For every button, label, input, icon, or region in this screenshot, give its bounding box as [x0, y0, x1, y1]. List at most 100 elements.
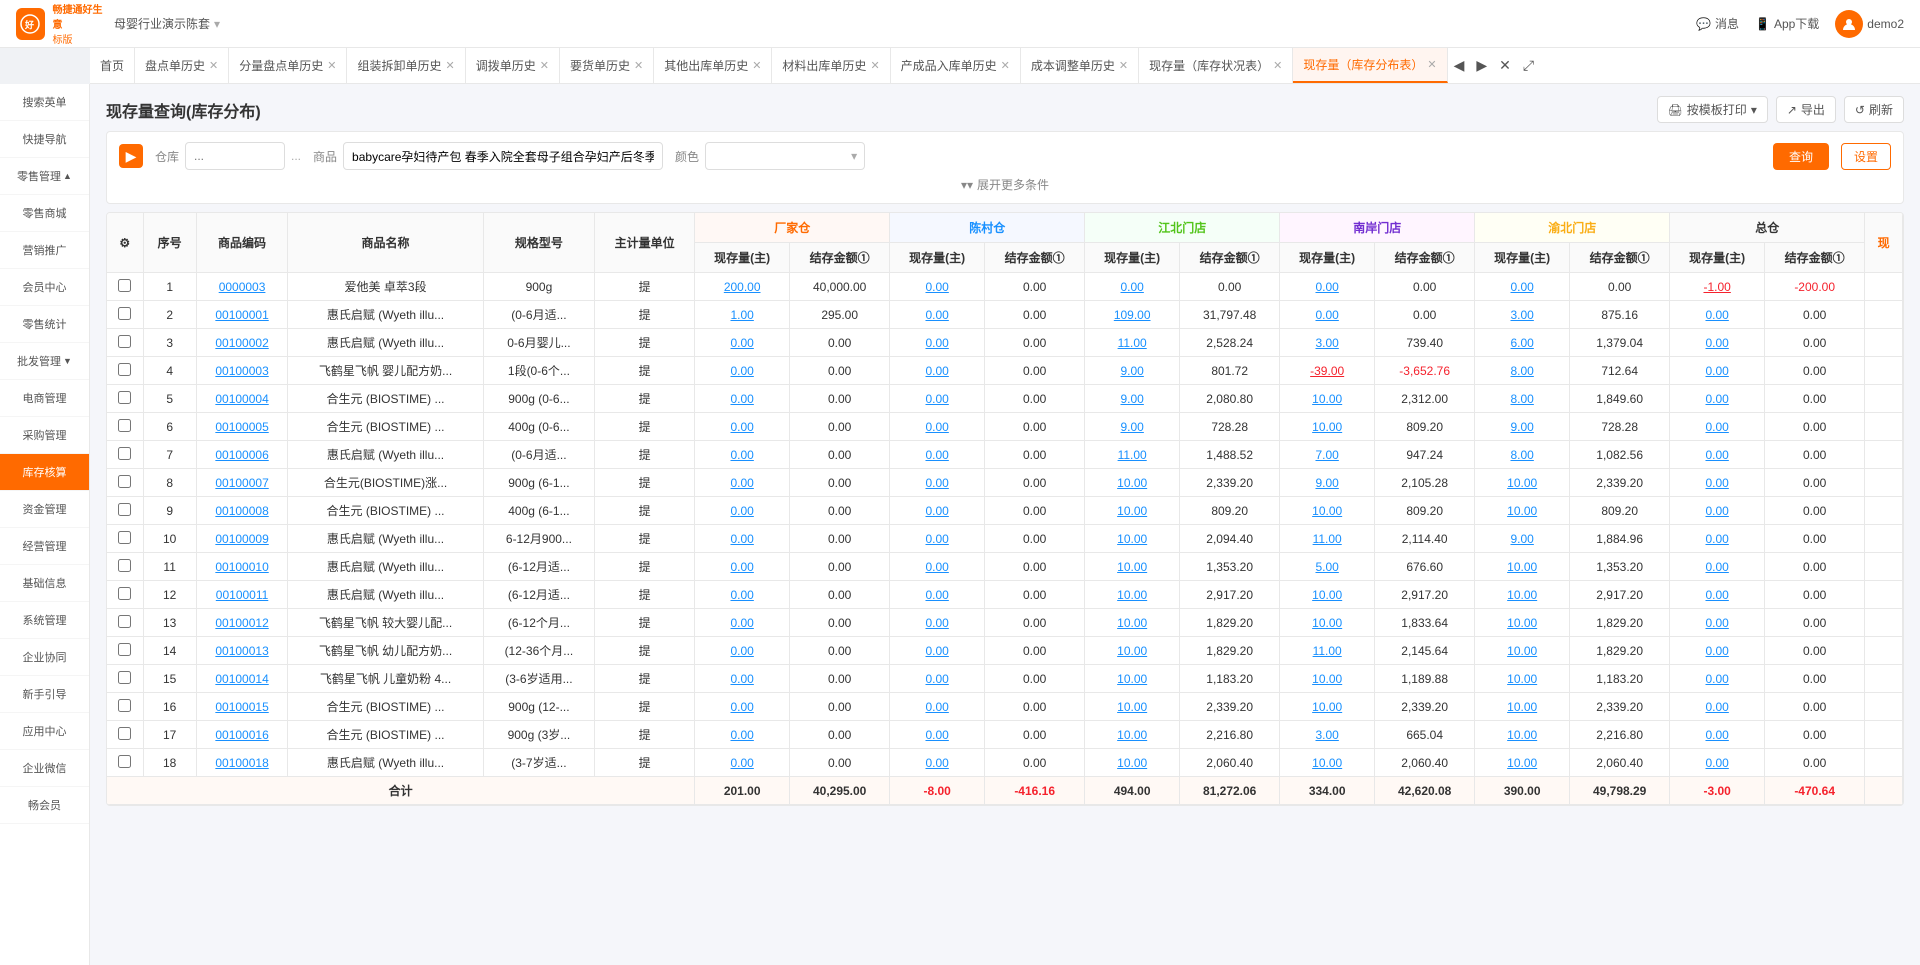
sidebar-item-fan-member[interactable]: 畅会员	[0, 787, 89, 824]
row-yubeibei-qty[interactable]: 10.00	[1475, 721, 1570, 749]
row-checkbox[interactable]	[118, 279, 131, 292]
sidebar-item-retail-stats[interactable]: 零售统计	[0, 306, 89, 343]
row-yubeibei-qty[interactable]: 10.00	[1475, 665, 1570, 693]
query-btn[interactable]: 查询	[1773, 143, 1829, 170]
row-yubeibei-qty[interactable]: 10.00	[1475, 637, 1570, 665]
user-menu[interactable]: demo2	[1835, 10, 1904, 38]
row-chenshi-qty[interactable]: 0.00	[890, 581, 985, 609]
row-code[interactable]: 00100010	[196, 553, 287, 581]
row-nanan-qty[interactable]: 3.00	[1280, 329, 1375, 357]
row-chenshi-qty[interactable]: 0.00	[890, 749, 985, 777]
row-total-qty[interactable]: 0.00	[1670, 525, 1765, 553]
row-nanan-qty[interactable]: 10.00	[1280, 665, 1375, 693]
tab-close-cost-adjust[interactable]: ✕	[1119, 59, 1128, 72]
tab-cost-adjust[interactable]: 成本调整单历史 ✕	[1021, 48, 1139, 83]
row-total-qty[interactable]: 0.00	[1670, 693, 1765, 721]
row-nanan-qty[interactable]: 3.00	[1280, 721, 1375, 749]
row-checkbox[interactable]	[118, 671, 131, 684]
row-checkbox[interactable]	[107, 581, 143, 609]
row-total-qty[interactable]: 0.00	[1670, 609, 1765, 637]
row-code[interactable]: 00100002	[196, 329, 287, 357]
row-jiangbei-qty[interactable]: 109.00	[1085, 301, 1180, 329]
row-jiangbei-qty[interactable]: 10.00	[1085, 525, 1180, 553]
row-total-qty[interactable]: 0.00	[1670, 553, 1765, 581]
row-factory-qty[interactable]: 0.00	[695, 693, 790, 721]
sidebar-item-app-center[interactable]: 应用中心	[0, 713, 89, 750]
row-total-qty[interactable]: 0.00	[1670, 637, 1765, 665]
row-nanan-qty[interactable]: 10.00	[1280, 413, 1375, 441]
row-checkbox[interactable]	[118, 699, 131, 712]
tab-close-transfer[interactable]: ✕	[540, 59, 549, 72]
row-jiangbei-qty[interactable]: 9.00	[1085, 357, 1180, 385]
row-yubeibei-qty[interactable]: 9.00	[1475, 525, 1570, 553]
sidebar-item-base[interactable]: 基础信息	[0, 565, 89, 602]
row-checkbox[interactable]	[107, 385, 143, 413]
row-factory-qty[interactable]: 0.00	[695, 441, 790, 469]
row-code[interactable]: 00100009	[196, 525, 287, 553]
tab-material-out[interactable]: 材料出库单历史 ✕	[772, 48, 890, 83]
row-checkbox[interactable]	[118, 587, 131, 600]
row-chenshi-qty[interactable]: 0.00	[890, 357, 985, 385]
row-chenshi-qty[interactable]: 0.00	[890, 553, 985, 581]
row-factory-qty[interactable]: 0.00	[695, 413, 790, 441]
row-factory-qty[interactable]: 0.00	[695, 553, 790, 581]
tab-close-inventory-split[interactable]: ✕	[327, 59, 336, 72]
goods-input[interactable]	[343, 142, 663, 170]
sidebar-item-purchase[interactable]: 采购管理	[0, 417, 89, 454]
tab-product-in[interactable]: 产成品入库单历史 ✕	[891, 48, 1021, 83]
row-factory-qty[interactable]: 0.00	[695, 525, 790, 553]
row-total-qty[interactable]: 0.00	[1670, 469, 1765, 497]
row-yubeibei-qty[interactable]: 10.00	[1475, 469, 1570, 497]
row-checkbox[interactable]	[107, 273, 143, 301]
row-jiangbei-qty[interactable]: 10.00	[1085, 721, 1180, 749]
row-nanan-qty[interactable]: 5.00	[1280, 553, 1375, 581]
row-code[interactable]: 00100003	[196, 357, 287, 385]
row-factory-qty[interactable]: 0.00	[695, 497, 790, 525]
sidebar-item-marketing[interactable]: 营销推广	[0, 232, 89, 269]
row-code[interactable]: 0000003	[196, 273, 287, 301]
sidebar-item-retail-store[interactable]: 零售商城	[0, 195, 89, 232]
row-chenshi-qty[interactable]: 0.00	[890, 665, 985, 693]
row-jiangbei-qty[interactable]: 10.00	[1085, 581, 1180, 609]
row-code[interactable]: 00100013	[196, 637, 287, 665]
row-chenshi-qty[interactable]: 0.00	[890, 497, 985, 525]
row-factory-qty[interactable]: 0.00	[695, 609, 790, 637]
row-factory-qty[interactable]: 0.00	[695, 469, 790, 497]
row-yubeibei-qty[interactable]: 10.00	[1475, 749, 1570, 777]
row-checkbox[interactable]	[107, 749, 143, 777]
row-total-qty[interactable]: 0.00	[1670, 385, 1765, 413]
tab-close-product-in[interactable]: ✕	[1001, 59, 1010, 72]
row-total-qty[interactable]: 0.00	[1670, 665, 1765, 693]
sidebar-item-member[interactable]: 会员中心	[0, 269, 89, 306]
row-factory-qty[interactable]: 0.00	[695, 385, 790, 413]
row-chenshi-qty[interactable]: 0.00	[890, 273, 985, 301]
refresh-btn[interactable]: ↺ 刷新	[1844, 96, 1904, 123]
message-btn[interactable]: 💬 消息	[1696, 15, 1739, 32]
sidebar-item-guide[interactable]: 新手引导	[0, 676, 89, 713]
row-code[interactable]: 00100008	[196, 497, 287, 525]
tab-close-inventory-single[interactable]: ✕	[209, 59, 218, 72]
row-yubeibei-qty[interactable]: 8.00	[1475, 385, 1570, 413]
row-nanan-qty[interactable]: -39.00	[1280, 357, 1375, 385]
row-checkbox[interactable]	[118, 447, 131, 460]
row-chenshi-qty[interactable]: 0.00	[890, 441, 985, 469]
tab-close-other-out[interactable]: ✕	[752, 59, 761, 72]
sidebar-item-finance[interactable]: 资金管理	[0, 491, 89, 528]
sidebar-item-system[interactable]: 系统管理	[0, 602, 89, 639]
row-total-qty[interactable]: -1.00	[1670, 273, 1765, 301]
row-checkbox[interactable]	[118, 643, 131, 656]
row-nanan-qty[interactable]: 10.00	[1280, 581, 1375, 609]
row-checkbox[interactable]	[107, 413, 143, 441]
row-jiangbei-qty[interactable]: 10.00	[1085, 637, 1180, 665]
tab-close-material-out[interactable]: ✕	[870, 59, 879, 72]
row-code[interactable]: 00100006	[196, 441, 287, 469]
sidebar-item-wholesale[interactable]: 批发管理▼	[0, 343, 89, 380]
row-chenshi-qty[interactable]: 0.00	[890, 609, 985, 637]
expand-conditions-btn[interactable]: ▾▾ 展开更多条件	[961, 176, 1049, 193]
row-yubeibei-qty[interactable]: 0.00	[1475, 273, 1570, 301]
row-factory-qty[interactable]: 0.00	[695, 749, 790, 777]
row-code[interactable]: 00100011	[196, 581, 287, 609]
row-code[interactable]: 00100016	[196, 721, 287, 749]
row-yubeibei-qty[interactable]: 10.00	[1475, 581, 1570, 609]
industry-selector[interactable]: 母婴行业演示陈套 ▾	[106, 15, 1696, 32]
